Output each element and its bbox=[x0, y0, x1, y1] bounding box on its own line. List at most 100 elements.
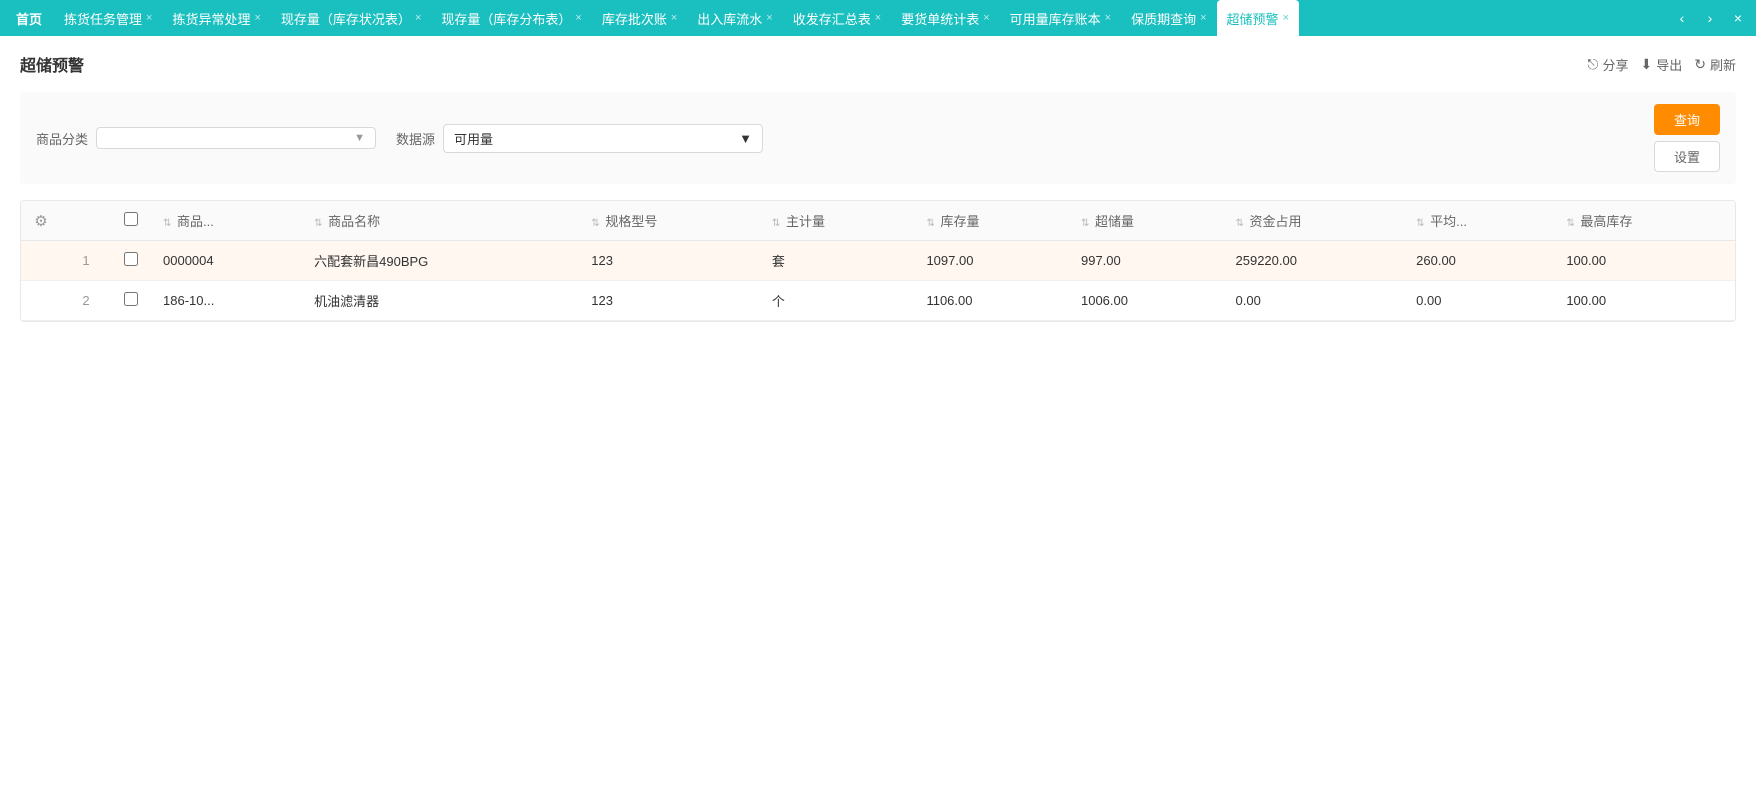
row-code-0: 0000004 bbox=[151, 241, 302, 281]
col-header-index bbox=[61, 201, 111, 241]
col-header-stock: ⇅ 库存量 bbox=[914, 201, 1069, 241]
category-select-arrow: ▼ bbox=[354, 132, 365, 144]
row-checkbox-1 bbox=[111, 281, 151, 321]
table-header-row: ⚙ ⇅ 商品... ⇅ 商品名称 ⇅ bbox=[21, 201, 1735, 241]
tab-11[interactable]: 超储预警 × bbox=[1217, 0, 1299, 36]
row-code-1: 186-10... bbox=[151, 281, 302, 321]
tab-4-close[interactable]: × bbox=[575, 12, 581, 24]
category-select[interactable]: ▼ bbox=[96, 127, 376, 149]
row-stock-0: 1097.00 bbox=[914, 241, 1069, 281]
sort-icon-avg: ⇅ bbox=[1416, 218, 1424, 229]
row-avg-1: 0.00 bbox=[1404, 281, 1554, 321]
nav-arrow-left[interactable]: ‹ bbox=[1668, 0, 1696, 36]
row-over-1: 1006.00 bbox=[1069, 281, 1224, 321]
refresh-icon: ↻ bbox=[1694, 56, 1706, 73]
row-max-1: 100.00 bbox=[1554, 281, 1735, 321]
sort-icon-max: ⇅ bbox=[1566, 218, 1574, 229]
row-spec-1: 123 bbox=[579, 281, 760, 321]
tab-2-close[interactable]: × bbox=[254, 12, 260, 24]
tab-6-close[interactable]: × bbox=[766, 12, 772, 24]
tab-7-close[interactable]: × bbox=[875, 12, 881, 24]
row-unit-0: 套 bbox=[760, 241, 915, 281]
col-header-capital: ⇅ 资金占用 bbox=[1224, 201, 1405, 241]
tab-9-close[interactable]: × bbox=[1105, 12, 1111, 24]
row-stock-1: 1106.00 bbox=[914, 281, 1069, 321]
share-icon: ⎋ bbox=[1587, 56, 1598, 73]
col-header-max: ⇅ 最高库存 bbox=[1554, 201, 1735, 241]
row-name-0: 六配套新昌490BPG bbox=[302, 241, 579, 281]
row-over-0: 997.00 bbox=[1069, 241, 1224, 281]
nav-arrow-right[interactable]: › bbox=[1696, 0, 1724, 36]
datasource-select[interactable]: 可用量 ▼ bbox=[443, 124, 763, 153]
tab-3-close[interactable]: × bbox=[415, 12, 421, 24]
row-avg-0: 260.00 bbox=[1404, 241, 1554, 281]
sort-icon-spec: ⇅ bbox=[591, 218, 599, 229]
row-unit-1: 个 bbox=[760, 281, 915, 321]
filter-category: 商品分类 ▼ bbox=[36, 127, 376, 149]
tab-8-close[interactable]: × bbox=[983, 12, 989, 24]
tab-1[interactable]: 拣货任务管理 × bbox=[54, 0, 162, 36]
row-index-0: 1 bbox=[61, 241, 111, 281]
col-header-spec: ⇅ 规格型号 bbox=[579, 201, 760, 241]
page-content: 超储预警 ⎋ 分享 ⬇ 导出 ↻ 刷新 商品分类 ▼ 数据源 bbox=[0, 36, 1756, 800]
header-actions: ⎋ 分享 ⬇ 导出 ↻ 刷新 bbox=[1587, 55, 1736, 74]
datasource-select-arrow: ▼ bbox=[739, 131, 752, 146]
export-icon: ⬇ bbox=[1641, 56, 1653, 73]
col-header-unit: ⇅ 主计量 bbox=[760, 201, 915, 241]
tab-7[interactable]: 收发存汇总表 × bbox=[783, 0, 891, 36]
row-name-1: 机油滤清器 bbox=[302, 281, 579, 321]
row-index-1: 2 bbox=[61, 281, 111, 321]
sort-icon-code: ⇅ bbox=[163, 218, 171, 229]
row-capital-0: 259220.00 bbox=[1224, 241, 1405, 281]
sort-icon-stock: ⇅ bbox=[926, 218, 934, 229]
export-button[interactable]: ⬇ 导出 bbox=[1641, 55, 1683, 74]
tab-10-close[interactable]: × bbox=[1200, 12, 1206, 24]
filter-datasource: 数据源 可用量 ▼ bbox=[396, 124, 763, 153]
sort-icon-unit: ⇅ bbox=[772, 218, 780, 229]
tab-6[interactable]: 出入库流水 × bbox=[687, 0, 782, 36]
tab-4[interactable]: 现存量（库存分布表） × bbox=[431, 0, 591, 36]
tab-5-close[interactable]: × bbox=[671, 12, 677, 24]
filter-row: 商品分类 ▼ 数据源 可用量 ▼ 查询 设置 bbox=[20, 92, 1736, 184]
sort-icon-name: ⇅ bbox=[314, 218, 322, 229]
tab-5[interactable]: 库存批次账 × bbox=[592, 0, 687, 36]
data-table: ⚙ ⇅ 商品... ⇅ 商品名称 ⇅ bbox=[20, 200, 1736, 322]
datasource-label: 数据源 bbox=[396, 129, 435, 148]
select-all-checkbox[interactable] bbox=[124, 212, 138, 226]
col-header-code: ⇅ 商品... bbox=[151, 201, 302, 241]
page-header: 超储预警 ⎋ 分享 ⬇ 导出 ↻ 刷新 bbox=[20, 52, 1736, 76]
gear-icon[interactable]: ⚙ bbox=[34, 213, 47, 230]
settings-button[interactable]: 设置 bbox=[1654, 141, 1720, 172]
category-label: 商品分类 bbox=[36, 129, 88, 148]
row-checkbox-0 bbox=[111, 241, 151, 281]
tab-11-close[interactable]: × bbox=[1283, 12, 1289, 24]
row-max-0: 100.00 bbox=[1554, 241, 1735, 281]
sort-icon-capital: ⇅ bbox=[1236, 218, 1244, 229]
row-select-0[interactable] bbox=[124, 252, 138, 266]
refresh-button[interactable]: ↻ 刷新 bbox=[1694, 55, 1736, 74]
table-row: 1 0000004 六配套新昌490BPG 123 套 1097.00 997.… bbox=[21, 241, 1735, 281]
row-gear-1 bbox=[21, 281, 61, 321]
page-title: 超储预警 bbox=[20, 52, 1587, 76]
datasource-select-text: 可用量 bbox=[454, 129, 739, 148]
nav-arrows: ‹ › × bbox=[1668, 0, 1752, 36]
tab-10[interactable]: 保质期查询 × bbox=[1121, 0, 1216, 36]
tab-9[interactable]: 可用量库存账本 × bbox=[1000, 0, 1121, 36]
row-spec-0: 123 bbox=[579, 241, 760, 281]
col-header-name: ⇅ 商品名称 bbox=[302, 201, 579, 241]
col-header-checkbox bbox=[111, 201, 151, 241]
tab-2[interactable]: 拣货异常处理 × bbox=[162, 0, 270, 36]
tab-3[interactable]: 现存量（库存状况表） × bbox=[271, 0, 431, 36]
col-header-over: ⇅ 超储量 bbox=[1069, 201, 1224, 241]
share-button[interactable]: ⎋ 分享 bbox=[1587, 55, 1628, 74]
tab-1-close[interactable]: × bbox=[146, 12, 152, 24]
filter-buttons: 查询 设置 bbox=[1654, 104, 1720, 172]
row-capital-1: 0.00 bbox=[1224, 281, 1405, 321]
tab-8[interactable]: 要货单统计表 × bbox=[891, 0, 999, 36]
nav-home[interactable]: 首页 bbox=[4, 0, 54, 36]
top-nav: 首页 拣货任务管理 × 拣货异常处理 × 现存量（库存状况表） × 现存量（库存… bbox=[0, 0, 1756, 36]
query-button[interactable]: 查询 bbox=[1654, 104, 1720, 135]
table-row: 2 186-10... 机油滤清器 123 个 1106.00 1006.00 … bbox=[21, 281, 1735, 321]
row-select-1[interactable] bbox=[124, 292, 138, 306]
nav-arrow-close[interactable]: × bbox=[1724, 0, 1752, 36]
